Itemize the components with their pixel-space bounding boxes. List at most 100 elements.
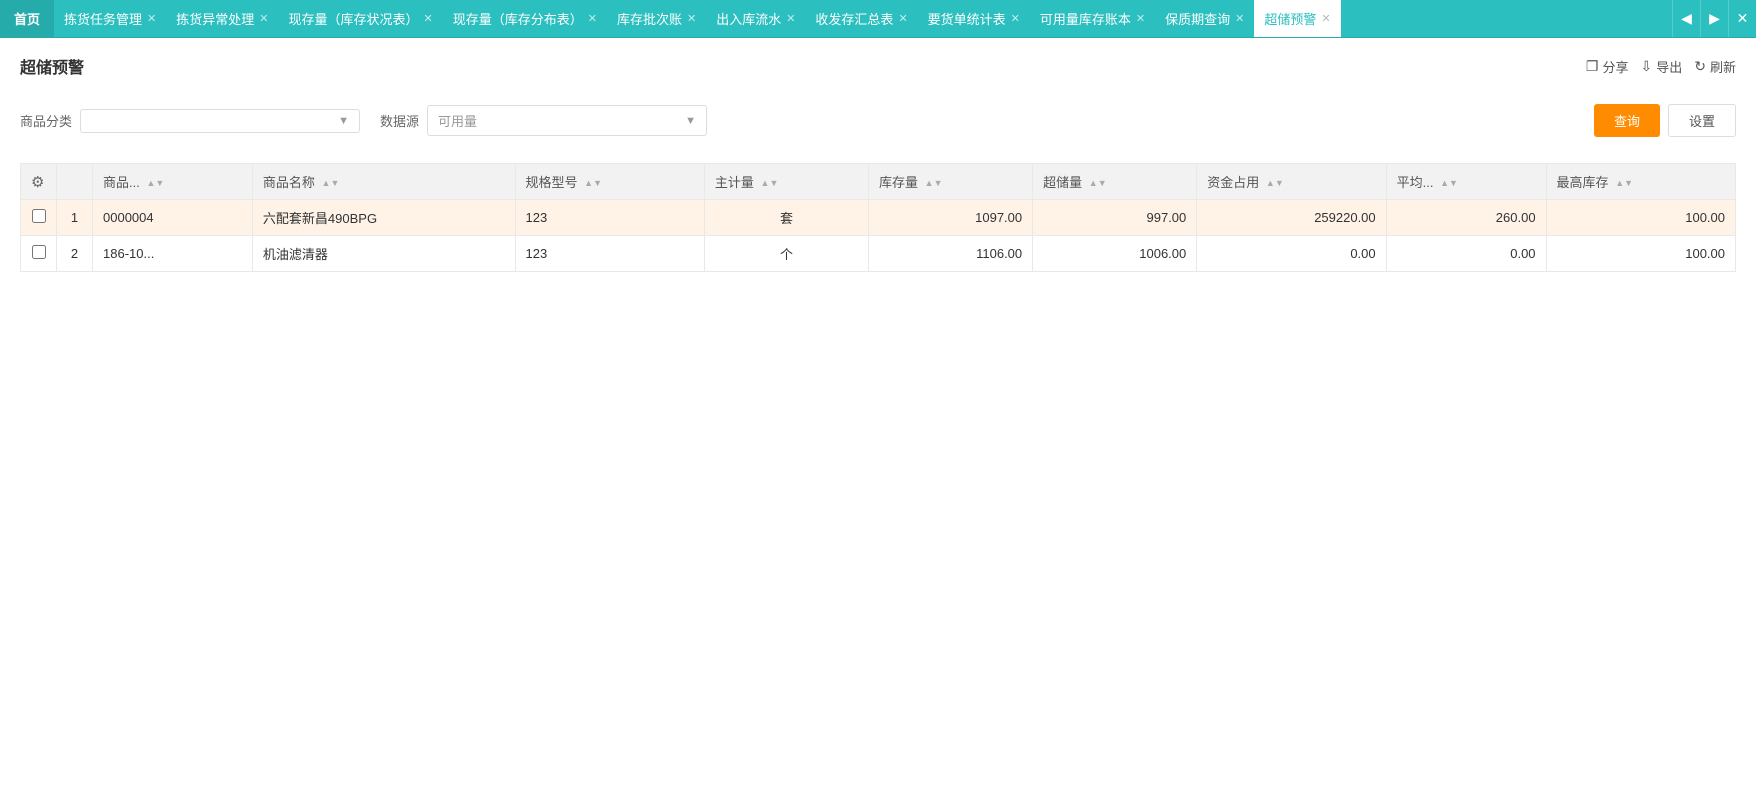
table-row: 1 0000004 六配套新昌490BPG 123 套 1097.00 997.…: [21, 200, 1736, 236]
nav-tab-close-7[interactable]: ✕: [1011, 12, 1020, 25]
datasource-select[interactable]: 可用量 ▼: [427, 105, 707, 136]
sort-code-icon[interactable]: ▲▼: [146, 179, 164, 188]
th-spec-label: 规格型号: [526, 175, 578, 190]
nav-tab-close-3[interactable]: ✕: [588, 12, 597, 25]
th-avg-label: 平均...: [1397, 175, 1434, 190]
th-avg: 平均... ▲▼: [1386, 164, 1546, 200]
nav-tab-10[interactable]: 超储预警✕: [1254, 0, 1340, 37]
query-button[interactable]: 查询: [1594, 104, 1660, 137]
row-checkbox-0[interactable]: [32, 209, 46, 223]
nav-tab-close-2[interactable]: ✕: [424, 12, 433, 25]
th-max: 最高库存 ▲▼: [1546, 164, 1735, 200]
nav-next-btn[interactable]: ▶: [1700, 0, 1728, 37]
nav-tab-close-4[interactable]: ✕: [687, 12, 696, 25]
td-spec-1: 123: [515, 236, 704, 272]
nav-tab-5[interactable]: 出入库流水 ✕: [706, 0, 805, 37]
page-container: 超储预警 ❐ 分享 ⇩ 导出 ↻ 刷新 商品分类 ▼ 数据源: [0, 38, 1756, 800]
nav-tab-label-1: 拣货异常处理: [176, 9, 254, 28]
refresh-label: 刷新: [1710, 57, 1736, 76]
nav-tab-label-0: 拣货任务管理: [64, 9, 142, 28]
nav-tab-close-6[interactable]: ✕: [898, 12, 907, 25]
sort-spec-icon[interactable]: ▲▼: [584, 179, 602, 188]
category-filter-group: 商品分类 ▼: [20, 109, 360, 133]
table-body: 1 0000004 六配套新昌490BPG 123 套 1097.00 997.…: [21, 200, 1736, 272]
page-title: 超储预警: [20, 54, 84, 78]
nav-tab-7[interactable]: 要货单统计表✕: [918, 0, 1030, 37]
td-spec-0: 123: [515, 200, 704, 236]
sort-capital-icon[interactable]: ▲▼: [1266, 179, 1284, 188]
th-unit: 主计量 ▲▼: [704, 164, 868, 200]
td-avg-0: 260.00: [1386, 200, 1546, 236]
th-stock: 库存量 ▲▼: [869, 164, 1033, 200]
th-settings: ⚙: [21, 164, 57, 200]
nav-tab-label-5: 出入库流水: [716, 9, 781, 28]
sort-unit-icon[interactable]: ▲▼: [761, 179, 779, 188]
nav-home-label: 首页: [14, 9, 40, 28]
export-icon: ⇩: [1641, 58, 1653, 75]
category-chevron-icon: ▼: [338, 115, 349, 127]
td-num-0: 1: [57, 200, 93, 236]
nav-tab-1[interactable]: 拣货异常处理 ✕: [166, 0, 278, 37]
nav-prev-btn[interactable]: ◀: [1672, 0, 1700, 37]
export-label: 导出: [1656, 57, 1682, 76]
td-stock-1: 1106.00: [869, 236, 1033, 272]
td-name-1: 机油滤清器: [252, 236, 515, 272]
settings-button[interactable]: 设置: [1668, 104, 1736, 137]
th-name: 商品名称 ▲▼: [252, 164, 515, 200]
page-actions: ❐ 分享 ⇩ 导出 ↻ 刷新: [1586, 57, 1736, 76]
sort-name-icon[interactable]: ▲▼: [322, 179, 340, 188]
row-checkbox-1[interactable]: [32, 245, 46, 259]
td-capital-1: 0.00: [1197, 236, 1386, 272]
nav-more-btn[interactable]: ✕: [1728, 0, 1756, 37]
data-table: ⚙ 商品... ▲▼ 商品名称 ▲▼ 规格型号 ▲▼ 主计量 ▲▼: [20, 163, 1736, 272]
nav-tab-close-0[interactable]: ✕: [147, 12, 156, 25]
th-spec: 规格型号 ▲▼: [515, 164, 704, 200]
nav-home[interactable]: 首页: [0, 0, 54, 37]
gear-icon[interactable]: ⚙: [31, 174, 44, 191]
datasource-filter-group: 数据源 可用量 ▼: [380, 105, 707, 136]
page-header: 超储预警 ❐ 分享 ⇩ 导出 ↻ 刷新: [20, 54, 1736, 78]
nav-tab-close-5[interactable]: ✕: [786, 12, 795, 25]
th-name-label: 商品名称: [263, 175, 315, 190]
th-capital-label: 资金占用: [1207, 175, 1259, 190]
th-unit-label: 主计量: [715, 175, 754, 190]
nav-tab-2[interactable]: 现存量（库存状况表）✕: [278, 0, 442, 37]
td-max-0: 100.00: [1546, 200, 1735, 236]
td-unit-1: 个: [704, 236, 868, 272]
nav-tab-close-9[interactable]: ✕: [1235, 12, 1244, 25]
sort-avg-icon[interactable]: ▲▼: [1440, 179, 1458, 188]
nav-tab-close-10[interactable]: ✕: [1321, 12, 1330, 25]
share-label: 分享: [1602, 57, 1628, 76]
category-select[interactable]: ▼: [80, 109, 360, 133]
td-stock-0: 1097.00: [869, 200, 1033, 236]
datasource-chevron-icon: ▼: [685, 115, 696, 127]
td-code-0: 0000004: [93, 200, 253, 236]
th-code-label: 商品...: [103, 175, 140, 190]
sort-over-icon[interactable]: ▲▼: [1089, 179, 1107, 188]
top-nav: 首页 拣货任务管理✕拣货异常处理✕现存量（库存状况表）✕现存量（库存分布表）✕库…: [0, 0, 1756, 38]
td-name-0: 六配套新昌490BPG: [252, 200, 515, 236]
share-btn[interactable]: ❐ 分享: [1586, 57, 1629, 76]
nav-tab-label-9: 保质期查询: [1165, 9, 1230, 28]
nav-tab-0[interactable]: 拣货任务管理 ✕: [54, 0, 166, 37]
nav-tab-3[interactable]: 现存量（库存分布表） ✕: [443, 0, 607, 37]
nav-tab-6[interactable]: 收发存汇总表✕: [805, 0, 917, 37]
th-max-label: 最高库存: [1557, 175, 1609, 190]
export-btn[interactable]: ⇩ 导出: [1641, 57, 1683, 76]
filter-bar: 商品分类 ▼ 数据源 可用量 ▼ 查询 设置: [20, 94, 1736, 147]
datasource-select-value: 可用量: [438, 111, 477, 130]
nav-tabs: 拣货任务管理✕拣货异常处理✕现存量（库存状况表）✕现存量（库存分布表）✕库存批次…: [54, 0, 1341, 37]
nav-tab-close-1[interactable]: ✕: [259, 12, 268, 25]
refresh-btn[interactable]: ↻ 刷新: [1694, 57, 1736, 76]
td-unit-0: 套: [704, 200, 868, 236]
sort-stock-icon[interactable]: ▲▼: [925, 179, 943, 188]
nav-tab-close-8[interactable]: ✕: [1136, 12, 1145, 25]
nav-tab-4[interactable]: 库存批次账✕: [607, 0, 706, 37]
td-over-1: 1006.00: [1033, 236, 1197, 272]
nav-tab-label-8: 可用量库存账本: [1040, 9, 1131, 28]
nav-tab-8[interactable]: 可用量库存账本 ✕: [1030, 0, 1155, 37]
sort-max-icon[interactable]: ▲▼: [1615, 179, 1633, 188]
nav-tab-9[interactable]: 保质期查询 ✕: [1155, 0, 1254, 37]
td-settings-1: [21, 236, 57, 272]
nav-tab-label-3: 现存量（库存分布表）: [453, 9, 583, 28]
